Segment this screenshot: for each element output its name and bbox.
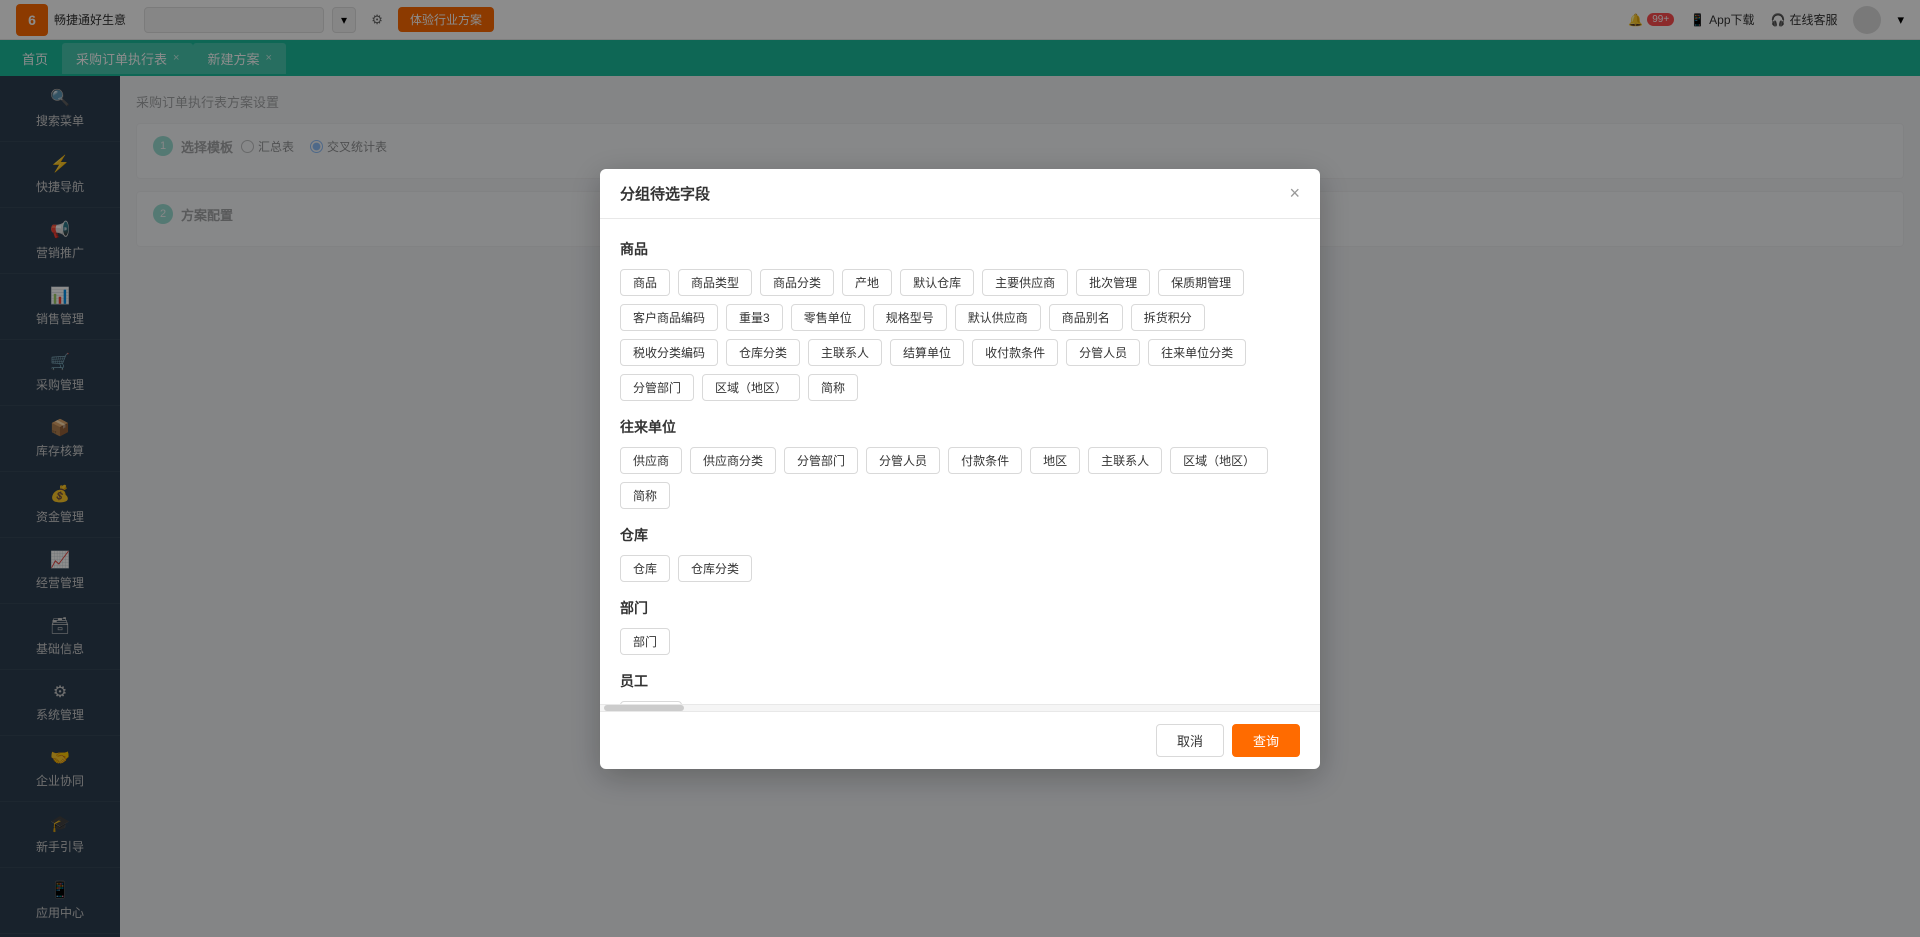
field-tag-weight[interactable]: 重量3 (726, 304, 783, 331)
field-tag-partner-person[interactable]: 分管人员 (866, 447, 940, 474)
field-tag-shelf-life[interactable]: 保质期管理 (1158, 269, 1244, 296)
field-tag-partner-short[interactable]: 简称 (620, 482, 670, 509)
field-tag-retail-unit[interactable]: 零售单位 (791, 304, 865, 331)
field-tag-partner-payment[interactable]: 付款条件 (948, 447, 1022, 474)
field-tag-warehouse-category[interactable]: 仓库分类 (726, 339, 800, 366)
field-group-department: 部门 部门 (620, 598, 1300, 655)
group-title-warehouse: 仓库 (620, 525, 1300, 545)
field-tag-payment-terms[interactable]: 收付款条件 (972, 339, 1058, 366)
field-tag-customer-code[interactable]: 客户商品编码 (620, 304, 718, 331)
field-group-partner: 往来单位 供应商 供应商分类 分管部门 分管人员 付款条件 地区 主联系人 区域… (620, 417, 1300, 509)
modal-body: 商品 商品 商品类型 商品分类 产地 默认仓库 主要供应商 批次管理 保质期管理… (600, 219, 1320, 704)
field-tag-product-category[interactable]: 商品分类 (760, 269, 834, 296)
group-title-department: 部门 (620, 598, 1300, 618)
field-tag-partner-dept[interactable]: 分管部门 (784, 447, 858, 474)
field-tag-dept[interactable]: 分管部门 (620, 374, 694, 401)
group-title-product: 商品 (620, 239, 1300, 259)
field-tag-supervisor[interactable]: 分管人员 (1066, 339, 1140, 366)
field-tag-region[interactable]: 区域（地区） (702, 374, 800, 401)
field-tag-product[interactable]: 商品 (620, 269, 670, 296)
field-tag-product-type[interactable]: 商品类型 (678, 269, 752, 296)
field-tag-default-warehouse[interactable]: 默认仓库 (900, 269, 974, 296)
field-tag-tax-code[interactable]: 税收分类编码 (620, 339, 718, 366)
field-tag-split-points[interactable]: 拆货积分 (1131, 304, 1205, 331)
confirm-button[interactable]: 查询 (1232, 724, 1300, 757)
modal-overlay[interactable]: 分组待选字段 × 商品 商品 商品类型 商品分类 产地 默认仓库 主要供应商 批… (0, 0, 1920, 937)
field-tag-main-supplier[interactable]: 主要供应商 (982, 269, 1068, 296)
department-fields: 部门 (620, 628, 1300, 655)
field-tag-product-alias[interactable]: 商品别名 (1049, 304, 1123, 331)
warehouse-fields: 仓库 仓库分类 (620, 555, 1300, 582)
modal-close-button[interactable]: × (1289, 184, 1300, 202)
modal-footer: 取消 查询 (600, 711, 1320, 769)
cancel-button[interactable]: 取消 (1156, 724, 1224, 757)
field-tag-settlement-unit[interactable]: 结算单位 (890, 339, 964, 366)
field-tag-partner-contact[interactable]: 主联系人 (1088, 447, 1162, 474)
field-tag-supplier-category[interactable]: 供应商分类 (690, 447, 776, 474)
field-tag-default-supplier[interactable]: 默认供应商 (955, 304, 1041, 331)
partner-fields: 供应商 供应商分类 分管部门 分管人员 付款条件 地区 主联系人 区域（地区） … (620, 447, 1300, 509)
field-group-employee: 员工 业务员 (620, 671, 1300, 704)
field-tag-area[interactable]: 地区 (1030, 447, 1080, 474)
field-tag-department[interactable]: 部门 (620, 628, 670, 655)
group-title-employee: 员工 (620, 671, 1300, 691)
modal-header: 分组待选字段 × (600, 169, 1320, 219)
field-tag-batch-mgmt[interactable]: 批次管理 (1076, 269, 1150, 296)
field-tag-spec-model[interactable]: 规格型号 (873, 304, 947, 331)
field-tag-warehouse[interactable]: 仓库 (620, 555, 670, 582)
field-tag-short-name[interactable]: 简称 (808, 374, 858, 401)
field-tag-partner-category[interactable]: 往来单位分类 (1148, 339, 1246, 366)
field-tag-main-contact[interactable]: 主联系人 (808, 339, 882, 366)
field-group-warehouse: 仓库 仓库 仓库分类 (620, 525, 1300, 582)
modal-title: 分组待选字段 (620, 183, 710, 204)
field-select-modal: 分组待选字段 × 商品 商品 商品类型 商品分类 产地 默认仓库 主要供应商 批… (600, 169, 1320, 769)
field-tag-origin[interactable]: 产地 (842, 269, 892, 296)
field-group-product: 商品 商品 商品类型 商品分类 产地 默认仓库 主要供应商 批次管理 保质期管理… (620, 239, 1300, 401)
product-fields: 商品 商品类型 商品分类 产地 默认仓库 主要供应商 批次管理 保质期管理 客户… (620, 269, 1300, 401)
group-title-partner: 往来单位 (620, 417, 1300, 437)
modal-horizontal-scrollbar[interactable] (600, 704, 1320, 711)
field-tag-warehouse-type[interactable]: 仓库分类 (678, 555, 752, 582)
field-tag-partner-region[interactable]: 区域（地区） (1170, 447, 1268, 474)
field-tag-supplier[interactable]: 供应商 (620, 447, 682, 474)
